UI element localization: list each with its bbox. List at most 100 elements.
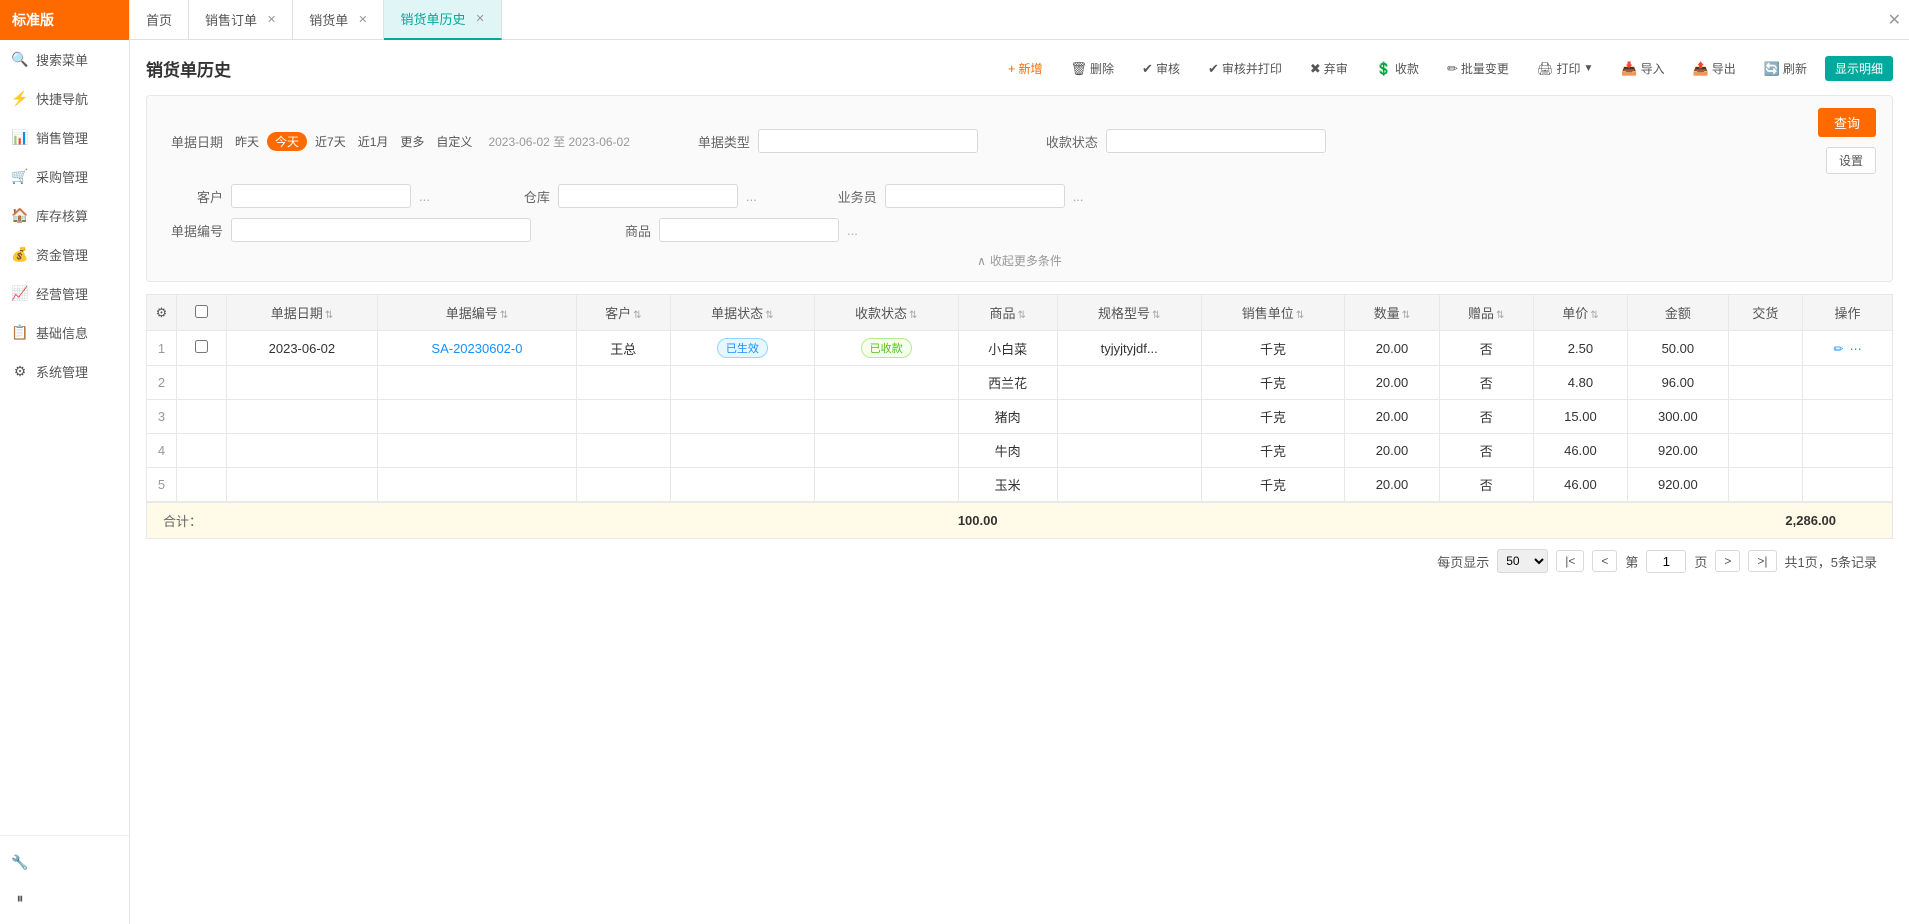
- shortcut-custom[interactable]: 自定义: [432, 132, 476, 151]
- page-next-button[interactable]: >: [1715, 550, 1740, 572]
- sidebar-bottom-settings[interactable]: 🔧: [0, 844, 129, 880]
- page-first-button[interactable]: |<: [1556, 550, 1584, 572]
- doc-type-select[interactable]: [758, 129, 978, 153]
- setting-button[interactable]: 设置: [1826, 147, 1876, 174]
- shortcut-today[interactable]: 今天: [267, 132, 307, 151]
- tab-delivery[interactable]: 销货单 ✕: [293, 0, 384, 40]
- cell-operation: [1803, 400, 1893, 434]
- shortcut-1month[interactable]: 近1月: [354, 132, 393, 151]
- add-button[interactable]: + 新增: [998, 56, 1053, 81]
- sidebar-item-search-menu[interactable]: 🔍 搜索菜单: [0, 40, 129, 79]
- col-doc-date[interactable]: 单据日期⇅: [226, 295, 378, 331]
- sidebar-item-system-mgmt[interactable]: ⚙ 系统管理: [0, 352, 129, 391]
- cell-doc-date: [226, 434, 378, 468]
- tab-bar-close[interactable]: ✕: [1888, 10, 1909, 30]
- abandon-button[interactable]: ✖ 弃审: [1300, 56, 1358, 81]
- export-button[interactable]: 📤 导出: [1683, 56, 1746, 81]
- op-more-button[interactable]: ⋯: [1847, 342, 1865, 356]
- table-header-row: ⚙ 单据日期⇅ 单据编号⇅ 客户⇅ 单据状态⇅ 收款状态⇅ 商品⇅ 规格型号⇅ …: [147, 295, 1893, 331]
- audit-print-button[interactable]: ✔ 审核并打印: [1198, 56, 1292, 81]
- collapse-label: 收起更多条件: [990, 252, 1062, 269]
- display-detail-button[interactable]: 显示明细: [1825, 56, 1893, 81]
- cell-sales-unit: 千克: [1201, 331, 1345, 366]
- tab-delivery-history[interactable]: 销货单历史 ✕: [384, 0, 501, 40]
- chevron-up-icon: ∧: [977, 254, 986, 268]
- col-quantity[interactable]: 数量⇅: [1345, 295, 1439, 331]
- col-doc-num[interactable]: 单据编号⇅: [378, 295, 577, 331]
- warehouse-input[interactable]: [558, 184, 738, 208]
- sidebar-item-inventory[interactable]: 🏠 库存核算: [0, 196, 129, 235]
- tab-home[interactable]: 首页: [130, 0, 189, 40]
- warehouse-dots[interactable]: ...: [746, 189, 757, 204]
- page-prev-button[interactable]: <: [1592, 550, 1617, 572]
- shortcut-7days[interactable]: 近7天: [311, 132, 350, 151]
- refresh-button[interactable]: 🔄 刷新: [1754, 56, 1817, 81]
- customer-dots[interactable]: ...: [419, 189, 430, 204]
- goods-dots[interactable]: ...: [847, 223, 858, 238]
- per-page-select[interactable]: 50 100 200: [1497, 549, 1548, 573]
- sidebar-item-label: 资金管理: [36, 245, 88, 264]
- doc-num-link[interactable]: SA-20230602-0: [431, 341, 522, 356]
- cell-goods: 小白菜: [958, 331, 1057, 366]
- page-last-button[interactable]: >|: [1748, 550, 1776, 572]
- audit-button[interactable]: ✔ 审核: [1132, 56, 1190, 81]
- col-settings[interactable]: ⚙: [147, 295, 177, 331]
- select-all-checkbox[interactable]: [195, 305, 208, 318]
- cell-spec-model: [1057, 468, 1201, 502]
- col-payment-status[interactable]: 收款状态⇅: [814, 295, 958, 331]
- cell-unit-price: 4.80: [1533, 366, 1627, 400]
- goods-input[interactable]: [659, 218, 839, 242]
- batch-change-button[interactable]: ✏ 批量变更: [1437, 56, 1519, 81]
- delete-button[interactable]: 🗑 删除: [1061, 56, 1125, 81]
- search-icon: 🔍: [12, 52, 28, 68]
- sidebar-item-sales-mgmt[interactable]: 📊 销售管理: [0, 118, 129, 157]
- row-num: 4: [147, 434, 177, 468]
- tab-delivery-history-close[interactable]: ✕: [476, 12, 485, 25]
- col-sales-unit[interactable]: 销售单位⇅: [1201, 295, 1345, 331]
- col-spec-model[interactable]: 规格型号⇅: [1057, 295, 1201, 331]
- collapse-button[interactable]: ∧ 收起更多条件: [163, 252, 1876, 269]
- print-button[interactable]: 🖨 打印 ▼: [1527, 56, 1603, 81]
- table-row: 1 2023-06-02 SA-20230602-0 王总 已生效 已收款 小白…: [147, 331, 1893, 366]
- footer-label: 合计：: [163, 511, 202, 530]
- refresh-icon: 🔄: [1764, 61, 1780, 77]
- sidebar-item-basic-info[interactable]: 📋 基础信息: [0, 313, 129, 352]
- payment-status-select[interactable]: [1106, 129, 1326, 153]
- cell-doc-status: [670, 434, 814, 468]
- salesperson-dots[interactable]: ...: [1073, 189, 1084, 204]
- shortcut-yesterday[interactable]: 昨天: [231, 132, 263, 151]
- operations-icon: 📈: [12, 286, 28, 302]
- customer-input[interactable]: [231, 184, 411, 208]
- doc-num-input[interactable]: [231, 218, 531, 242]
- sidebar-item-finance-mgmt[interactable]: 💰 资金管理: [0, 235, 129, 274]
- tab-delivery-close[interactable]: ✕: [358, 13, 367, 26]
- col-customer[interactable]: 客户⇅: [576, 295, 670, 331]
- tab-sales-order[interactable]: 销售订单 ✕: [189, 0, 293, 40]
- tab-sales-order-close[interactable]: ✕: [267, 13, 276, 26]
- tab-sales-order-label: 销售订单: [205, 10, 257, 29]
- sort-icon-payment-status: ⇅: [909, 310, 917, 321]
- op-edit-button[interactable]: ✏: [1831, 342, 1847, 356]
- sidebar-bottom-pause[interactable]: ⏸: [0, 880, 129, 916]
- col-unit-price[interactable]: 单价⇅: [1533, 295, 1627, 331]
- sidebar-item-operations-mgmt[interactable]: 📈 经营管理: [0, 274, 129, 313]
- row-checkbox: [177, 366, 227, 400]
- tab-bar: 首页 销售订单 ✕ 销货单 ✕ 销货单历史 ✕ ✕: [130, 0, 1909, 40]
- export-label: 导出: [1712, 60, 1736, 77]
- page-number-input[interactable]: [1646, 550, 1686, 573]
- sort-icon-customer: ⇅: [633, 310, 641, 321]
- sidebar-item-quick-nav[interactable]: ⚡ 快捷导航: [0, 79, 129, 118]
- import-button[interactable]: 📥 导入: [1611, 56, 1674, 81]
- shortcut-more[interactable]: 更多: [396, 132, 428, 151]
- col-goods[interactable]: 商品⇅: [958, 295, 1057, 331]
- sidebar-item-purchase-mgmt[interactable]: 🛒 采购管理: [0, 157, 129, 196]
- query-button[interactable]: 查询: [1818, 108, 1876, 137]
- filter-goods: 商品 ...: [591, 218, 858, 242]
- col-gift[interactable]: 赠品⇅: [1439, 295, 1533, 331]
- salesperson-input[interactable]: [885, 184, 1065, 208]
- col-doc-status[interactable]: 单据状态⇅: [670, 295, 814, 331]
- collect-button[interactable]: 💲 收款: [1366, 56, 1429, 81]
- row-checkbox-input[interactable]: [195, 340, 208, 353]
- sidebar-item-label: 搜索菜单: [36, 50, 88, 69]
- cell-gift: 否: [1439, 331, 1533, 366]
